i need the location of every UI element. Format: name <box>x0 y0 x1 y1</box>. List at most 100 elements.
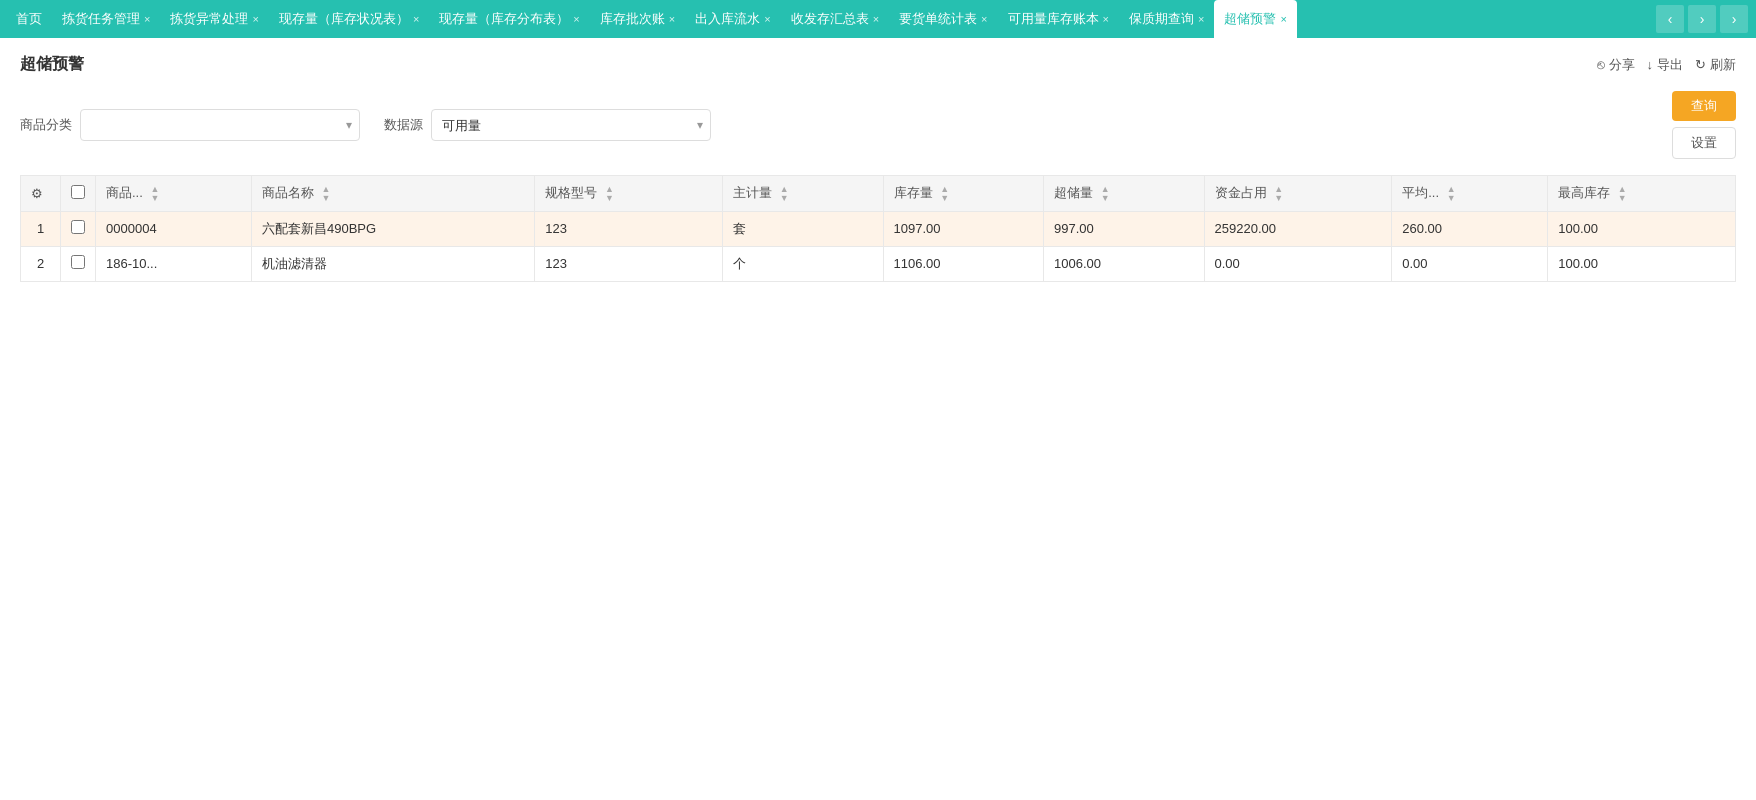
nav-close-icon[interactable]: × <box>1198 13 1204 25</box>
nav-close-icon[interactable]: × <box>144 13 150 25</box>
nav-item-收发存汇总表[interactable]: 收发存汇总表 × <box>781 0 889 38</box>
sort-arrows-avg: ▲▼ <box>1447 185 1456 203</box>
refresh-button[interactable]: ↻ 刷新 <box>1695 56 1736 74</box>
category-select[interactable] <box>80 109 360 141</box>
nav-close-icon[interactable]: × <box>1280 13 1286 25</box>
export-icon: ↓ <box>1647 57 1654 72</box>
sort-arrows-capital: ▲▼ <box>1274 185 1283 203</box>
col-max-stock-label: 最高库存 <box>1558 185 1610 200</box>
col-product-name[interactable]: 商品名称 ▲▼ <box>251 176 534 212</box>
nav-item-label: 拣货异常处理 <box>170 10 248 28</box>
select-all-checkbox[interactable] <box>71 185 85 199</box>
share-label: 分享 <box>1609 56 1635 74</box>
cell-overstock: 997.00 <box>1044 211 1204 246</box>
cell-max-stock: 100.00 <box>1548 211 1736 246</box>
export-label: 导出 <box>1657 56 1683 74</box>
col-settings[interactable]: ⚙ <box>21 176 61 212</box>
col-avg-label: 平均... <box>1402 185 1439 200</box>
page-title: 超储预警 <box>20 54 84 75</box>
nav-item-label: 拣货任务管理 <box>62 10 140 28</box>
nav-item-保质期查询[interactable]: 保质期查询 × <box>1119 0 1214 38</box>
nav-item-要货单统计表[interactable]: 要货单统计表 × <box>889 0 997 38</box>
col-stock[interactable]: 库存量 ▲▼ <box>883 176 1043 212</box>
nav-item-库存批次账[interactable]: 库存批次账 × <box>590 0 685 38</box>
nav-close-icon[interactable]: × <box>669 13 675 25</box>
nav-close-icon[interactable]: × <box>573 13 579 25</box>
cell-avg: 260.00 <box>1392 211 1548 246</box>
nav-right-button[interactable]: › <box>1688 5 1716 33</box>
nav-close-icon[interactable]: × <box>873 13 879 25</box>
table-row: 2186-10...机油滤清器123个1106.001006.000.000.0… <box>21 246 1736 281</box>
row-checkbox-cell <box>61 246 96 281</box>
page-header: 超储预警 ⎋ 分享 ↓ 导出 ↻ 刷新 <box>20 54 1736 75</box>
col-capital-label: 资金占用 <box>1215 185 1267 200</box>
col-stock-label: 库存量 <box>894 185 933 200</box>
nav-item-label: 首页 <box>16 10 42 28</box>
nav-close-icon[interactable]: × <box>252 13 258 25</box>
cell-stock: 1097.00 <box>883 211 1043 246</box>
cell-spec: 123 <box>535 211 723 246</box>
sort-arrows-overstock: ▲▼ <box>1101 185 1110 203</box>
nav-close-icon[interactable]: × <box>764 13 770 25</box>
nav-item-拣货异常处理[interactable]: 拣货异常处理 × <box>160 0 268 38</box>
nav-item-label: 库存批次账 <box>600 10 665 28</box>
nav-item-label: 收发存汇总表 <box>791 10 869 28</box>
page-content: 超储预警 ⎋ 分享 ↓ 导出 ↻ 刷新 商品分类 <box>0 38 1756 800</box>
col-unit[interactable]: 主计量 ▲▼ <box>723 176 883 212</box>
refresh-icon: ↻ <box>1695 57 1706 72</box>
sort-arrows-product-name: ▲▼ <box>322 185 331 203</box>
settings-button[interactable]: 设置 <box>1672 127 1736 159</box>
col-overstock-label: 超储量 <box>1054 185 1093 200</box>
col-max-stock[interactable]: 最高库存 ▲▼ <box>1548 176 1736 212</box>
cell-max-stock: 100.00 <box>1548 246 1736 281</box>
header-actions: ⎋ 分享 ↓ 导出 ↻ 刷新 <box>1597 56 1737 74</box>
cell-avg: 0.00 <box>1392 246 1548 281</box>
query-button[interactable]: 查询 <box>1672 91 1736 121</box>
row-checkbox[interactable] <box>71 220 85 234</box>
nav-item-可用量库存账本[interactable]: 可用量库存账本 × <box>998 0 1119 38</box>
col-product-name-label: 商品名称 <box>262 185 314 200</box>
cell-product-name: 六配套新昌490BPG <box>251 211 534 246</box>
row-number: 1 <box>21 211 61 246</box>
sort-arrows-spec: ▲▼ <box>605 185 614 203</box>
nav-close-icon[interactable]: × <box>981 13 987 25</box>
datasource-select-wrap: 可用量 库存量 <box>431 109 711 141</box>
share-button[interactable]: ⎋ 分享 <box>1597 56 1635 74</box>
cell-capital: 0.00 <box>1204 246 1392 281</box>
nav-item-超储预警[interactable]: 超储预警 × <box>1214 0 1296 38</box>
col-overstock[interactable]: 超储量 ▲▼ <box>1044 176 1204 212</box>
nav-more-button[interactable]: › <box>1720 5 1748 33</box>
cell-capital: 259220.00 <box>1204 211 1392 246</box>
cell-unit: 个 <box>723 246 883 281</box>
nav-item-label: 现存量（库存状况表） <box>279 10 409 28</box>
col-checkbox[interactable] <box>61 176 96 212</box>
nav-close-icon[interactable]: × <box>413 13 419 25</box>
nav-arrows: ‹ › › <box>1654 5 1750 33</box>
row-checkbox[interactable] <box>71 255 85 269</box>
table-header-row: ⚙ 商品... ▲▼ 商品名称 ▲▼ 规格型号 ▲▼ 主计 <box>21 176 1736 212</box>
nav-item-label: 要货单统计表 <box>899 10 977 28</box>
cell-overstock: 1006.00 <box>1044 246 1204 281</box>
refresh-label: 刷新 <box>1710 56 1736 74</box>
col-avg[interactable]: 平均... ▲▼ <box>1392 176 1548 212</box>
col-spec[interactable]: 规格型号 ▲▼ <box>535 176 723 212</box>
col-product-code-label: 商品... <box>106 185 143 200</box>
col-product-code[interactable]: 商品... ▲▼ <box>96 176 252 212</box>
nav-item-label: 现存量（库存分布表） <box>439 10 569 28</box>
datasource-filter-group: 数据源 可用量 库存量 <box>384 109 711 141</box>
nav-item-现存量库存分布表[interactable]: 现存量（库存分布表） × <box>429 0 589 38</box>
nav-item-首页[interactable]: 首页 <box>6 0 52 38</box>
nav-close-icon[interactable]: × <box>1103 13 1109 25</box>
nav-item-现存量库存状况表[interactable]: 现存量（库存状况表） × <box>269 0 429 38</box>
nav-left-button[interactable]: ‹ <box>1656 5 1684 33</box>
nav-item-拣货任务管理[interactable]: 拣货任务管理 × <box>52 0 160 38</box>
col-capital[interactable]: 资金占用 ▲▼ <box>1204 176 1392 212</box>
sort-arrows-product-code: ▲▼ <box>150 185 159 203</box>
nav-item-label: 出入库流水 <box>695 10 760 28</box>
datasource-select[interactable]: 可用量 库存量 <box>431 109 711 141</box>
row-number: 2 <box>21 246 61 281</box>
sort-arrows-max-stock: ▲▼ <box>1618 185 1627 203</box>
nav-item-出入库流水[interactable]: 出入库流水 × <box>685 0 780 38</box>
cell-product-code: 0000004 <box>96 211 252 246</box>
export-button[interactable]: ↓ 导出 <box>1647 56 1684 74</box>
